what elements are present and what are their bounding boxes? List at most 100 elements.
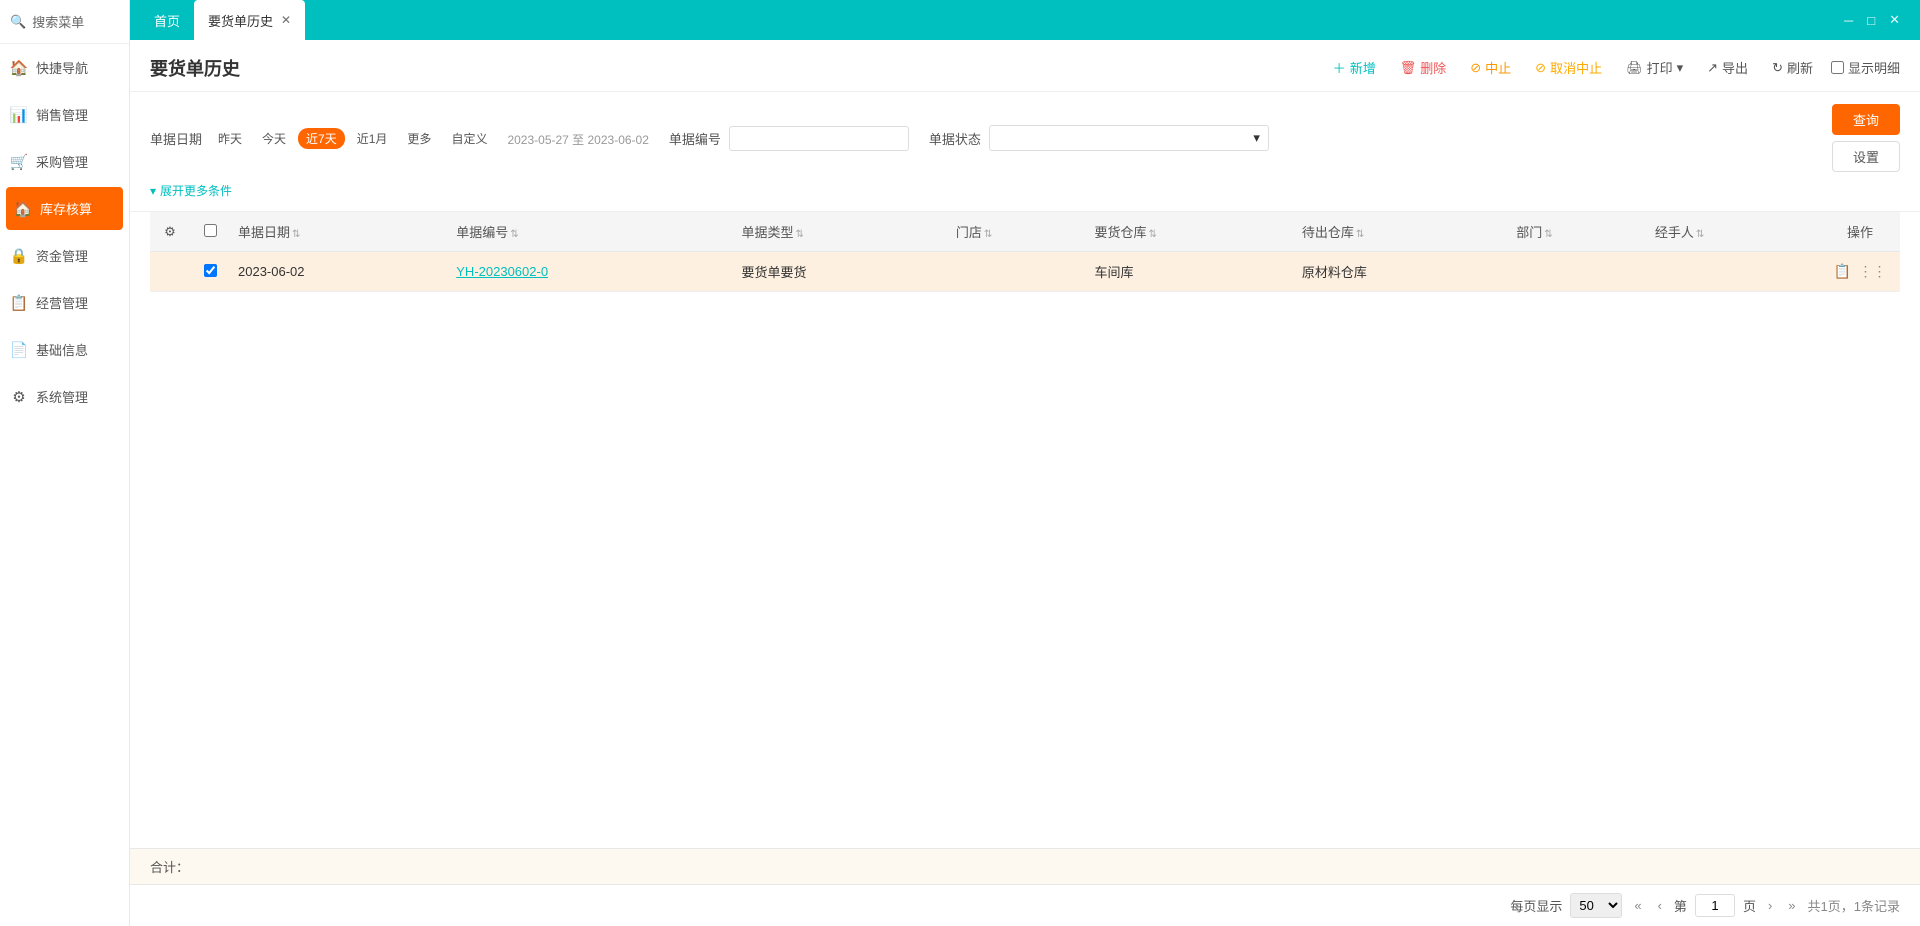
export-button[interactable]: ↗ 导出 xyxy=(1701,54,1754,81)
prev-page-button[interactable]: ‹ xyxy=(1654,896,1666,915)
next-page-button[interactable]: › xyxy=(1764,896,1776,915)
table-area: ⚙ 单据日期⇅ 单据编号⇅ 单据类型⇅ 门店⇅ 要货仓库⇅ 待出仓库⇅ 部门⇅ … xyxy=(130,212,1920,848)
display-detail-toggle[interactable]: 显示明细 xyxy=(1831,58,1900,77)
sort-handler-icon[interactable]: ⇅ xyxy=(1696,229,1704,240)
order-no-label: 单据编号 xyxy=(669,129,721,148)
page-number-input[interactable] xyxy=(1695,894,1735,917)
main-area: 首页 要货单历史 ✕ ─ □ ✕ 要货单历史 ＋ 新增 🗑 删除 xyxy=(130,0,1920,926)
date-pill-custom[interactable]: 自定义 xyxy=(443,128,495,149)
sidebar-item-quick-nav[interactable]: 🏠 快捷导航 xyxy=(0,44,129,91)
stop-label: 中止 xyxy=(1485,58,1511,77)
sidebar-item-label: 资金管理 xyxy=(36,246,88,265)
order-no-input[interactable] xyxy=(729,126,909,151)
th-pending-warehouse: 待出仓库⇅ xyxy=(1294,212,1508,252)
export-label: 导出 xyxy=(1722,58,1748,77)
th-order-type: 单据类型⇅ xyxy=(733,212,947,252)
sort-order-no-icon[interactable]: ⇅ xyxy=(510,229,518,240)
sidebar-item-sales[interactable]: 📊 销售管理 xyxy=(0,91,129,138)
status-select[interactable]: ▾ xyxy=(989,125,1269,151)
filter-action-btns: 查询 设置 xyxy=(1832,104,1900,172)
close-button[interactable]: ✕ xyxy=(1889,12,1900,28)
order-no-link[interactable]: YH-20230602-0 xyxy=(456,264,548,279)
settings-button[interactable]: 设置 xyxy=(1832,141,1900,172)
stop-button[interactable]: ⊘ 中止 xyxy=(1464,54,1517,81)
maximize-button[interactable]: □ xyxy=(1867,13,1875,28)
sidebar-item-inventory[interactable]: 🏠 库存核算 xyxy=(6,187,123,230)
cell-date: 2023-06-02 xyxy=(230,252,448,292)
sidebar-item-system[interactable]: ⚙ 系统管理 xyxy=(0,373,129,420)
th-store: 门店⇅ xyxy=(948,212,1087,252)
refresh-button[interactable]: ↻ 刷新 xyxy=(1766,54,1819,81)
finance-icon: 🔒 xyxy=(10,247,28,265)
delete-icon: 🗑 xyxy=(1400,60,1417,76)
date-filter-label: 单据日期 xyxy=(150,129,202,148)
date-pill-yesterday[interactable]: 昨天 xyxy=(210,128,250,149)
operations-icon: 📋 xyxy=(10,294,28,312)
print-button[interactable]: 🖨 打印 ▾ xyxy=(1620,54,1689,81)
cell-checkbox[interactable] xyxy=(190,252,230,292)
expand-more-btn[interactable]: ▾ 展开更多条件 xyxy=(150,182,232,199)
sort-order-type-icon[interactable]: ⇅ xyxy=(795,229,803,240)
tab-close-icon[interactable]: ✕ xyxy=(281,13,291,27)
cancel-stop-label: 取消中止 xyxy=(1550,58,1602,77)
sort-store-icon[interactable]: ⇅ xyxy=(984,229,992,240)
sidebar-item-operations[interactable]: 📋 经营管理 xyxy=(0,279,129,326)
sort-req-warehouse-icon[interactable]: ⇅ xyxy=(1148,229,1156,240)
th-settings[interactable]: ⚙ xyxy=(150,212,190,252)
date-pill-today[interactable]: 今天 xyxy=(254,128,294,149)
sidebar-search[interactable]: 🔍 搜索菜单 xyxy=(0,0,129,44)
display-detail-label: 显示明细 xyxy=(1848,58,1900,77)
page-content: 要货单历史 ＋ 新增 🗑 删除 ⊘ 中止 ⊘ 取消中止 xyxy=(130,40,1920,926)
cell-actions: 📋 ⋮⋮ xyxy=(1820,252,1900,292)
cell-order-type: 要货单要货 xyxy=(733,252,947,292)
first-page-button[interactable]: « xyxy=(1630,896,1645,915)
th-checkbox[interactable] xyxy=(190,212,230,252)
sidebar-item-finance[interactable]: 🔒 资金管理 xyxy=(0,232,129,279)
page-label-after: 页 xyxy=(1743,896,1756,915)
topbar: 首页 要货单历史 ✕ ─ □ ✕ xyxy=(130,0,1920,40)
add-button[interactable]: ＋ 新增 xyxy=(1327,54,1382,81)
row-view-icon[interactable]: 📋 xyxy=(1833,263,1850,279)
date-pill-more[interactable]: 更多 xyxy=(399,128,439,149)
display-detail-checkbox[interactable] xyxy=(1831,61,1844,74)
cancel-stop-button[interactable]: ⊘ 取消中止 xyxy=(1529,54,1608,81)
date-pill-last1month[interactable]: 近1月 xyxy=(349,128,396,149)
last-page-button[interactable]: » xyxy=(1784,896,1799,915)
cell-handler xyxy=(1647,252,1820,292)
date-pill-last7days[interactable]: 近7天 xyxy=(298,128,345,149)
main-table: ⚙ 单据日期⇅ 单据编号⇅ 单据类型⇅ 门店⇅ 要货仓库⇅ 待出仓库⇅ 部门⇅ … xyxy=(150,212,1900,292)
sort-pending-warehouse-icon[interactable]: ⇅ xyxy=(1356,229,1364,240)
tab-home[interactable]: 首页 xyxy=(140,0,194,40)
filter-row-expand: ▾ 展开更多条件 xyxy=(150,182,1900,199)
status-filter-group: 单据状态 ▾ xyxy=(929,125,1269,151)
pagination: 每页显示 10 20 50 100 « ‹ 第 页 › » 共1页，1条记录 xyxy=(130,884,1920,926)
sort-date-icon[interactable]: ⇅ xyxy=(292,229,300,240)
page-title: 要货单历史 xyxy=(150,55,240,81)
row-checkbox[interactable] xyxy=(204,264,217,277)
sidebar-item-label: 采购管理 xyxy=(36,152,88,171)
cell-store xyxy=(948,252,1087,292)
toolbar: ＋ 新增 🗑 删除 ⊘ 中止 ⊘ 取消中止 🖨 打印 xyxy=(1327,54,1900,81)
row-more-icon[interactable]: ⋮⋮ xyxy=(1859,263,1887,279)
sidebar-item-purchase[interactable]: 🛒 采购管理 xyxy=(0,138,129,185)
tab-requisition-history[interactable]: 要货单历史 ✕ xyxy=(194,0,305,40)
home-icon: 🏠 xyxy=(10,59,28,77)
refresh-icon: ↻ xyxy=(1772,60,1783,76)
select-all-checkbox[interactable] xyxy=(204,224,217,237)
chevron-down-icon: ▾ xyxy=(1253,130,1260,146)
sidebar-item-basic-info[interactable]: 📄 基础信息 xyxy=(0,326,129,373)
query-button[interactable]: 查询 xyxy=(1832,104,1900,135)
delete-button[interactable]: 🗑 删除 xyxy=(1394,54,1453,81)
minimize-button[interactable]: ─ xyxy=(1844,13,1853,28)
table-header-row: ⚙ 单据日期⇅ 单据编号⇅ 单据类型⇅ 门店⇅ 要货仓库⇅ 待出仓库⇅ 部门⇅ … xyxy=(150,212,1900,252)
sort-department-icon[interactable]: ⇅ xyxy=(1544,229,1552,240)
expand-icon: ▾ xyxy=(150,184,156,198)
basic-info-icon: 📄 xyxy=(10,341,28,359)
tab-requisition-history-label: 要货单历史 xyxy=(208,11,273,30)
th-order-no: 单据编号⇅ xyxy=(448,212,733,252)
order-no-filter-group: 单据编号 xyxy=(669,126,909,151)
search-icon: 🔍 xyxy=(10,14,26,30)
date-range-display: 2023-05-27 至 2023-06-02 xyxy=(507,131,648,148)
page-size-select[interactable]: 10 20 50 100 xyxy=(1570,893,1622,918)
page-header: 要货单历史 ＋ 新增 🗑 删除 ⊘ 中止 ⊘ 取消中止 xyxy=(130,40,1920,92)
